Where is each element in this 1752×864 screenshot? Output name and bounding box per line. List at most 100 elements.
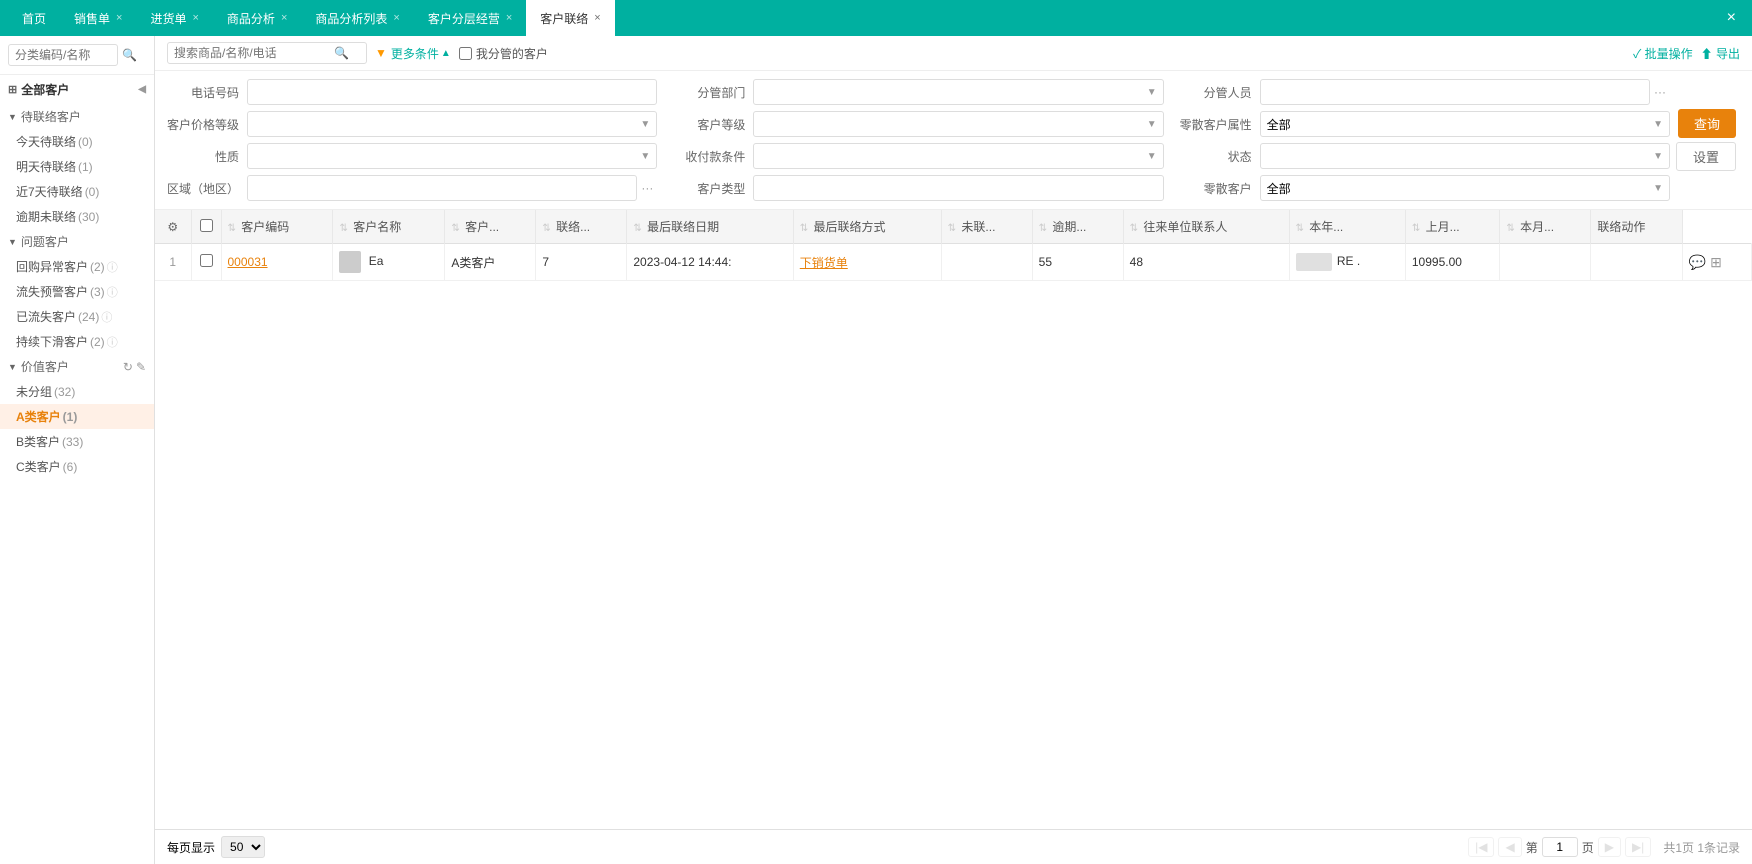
customer-type-input[interactable] — [753, 175, 1163, 201]
nav-product-analysis[interactable]: 商品分析 × — [213, 0, 301, 36]
col-actions: 联络动作 — [1591, 210, 1682, 244]
price-grade-arrow: ▼ — [640, 119, 650, 130]
batch-operation-btn[interactable]: ✓ 批量操作 — [1633, 45, 1693, 62]
col-gear: ⚙ — [155, 210, 191, 244]
nav-product-list-close[interactable]: × — [393, 12, 399, 24]
filter-dept: 分管部门 ▼ — [673, 79, 1163, 105]
last-page-btn[interactable]: ▶| — [1625, 837, 1651, 857]
nature-select[interactable]: ▼ — [247, 143, 657, 169]
price-grade-select[interactable]: ▼ — [247, 111, 657, 137]
page-size-select[interactable]: 50 — [221, 836, 265, 858]
nav-customer-contact[interactable]: 客户联络 × — [526, 0, 614, 36]
sort-icon-6: ⇅ — [800, 223, 808, 234]
sidebar-item-churned[interactable]: 已流失客户 (24) ⓘ — [0, 304, 154, 329]
phone-label: 电话号码 — [167, 84, 247, 101]
region-label: 区域（地区） — [167, 180, 247, 197]
qr-icon[interactable]: ⊞ — [1710, 254, 1722, 271]
retail-attr-select[interactable]: 全部 ▼ — [1260, 111, 1670, 137]
sort-icon-3: ⇅ — [451, 223, 459, 234]
nav-customer-tier[interactable]: 客户分层经营 × — [414, 0, 526, 36]
filter-search-icon[interactable]: 🔍 — [334, 46, 349, 60]
sidebar-item-declining[interactable]: 持续下滑客户 (2) ⓘ — [0, 329, 154, 354]
customer-code-link[interactable]: 000031 — [228, 255, 268, 269]
sidebar-item-churn-warning[interactable]: 流失预警客户 (3) ⓘ — [0, 279, 154, 304]
nav-purchase-close[interactable]: × — [192, 12, 198, 24]
filter-icon: ▼ — [375, 46, 387, 60]
col-last-contact-date: ⇅ 最后联络日期 — [627, 210, 793, 244]
sidebar-group-problem[interactable]: ▼ 问题客户 — [0, 229, 154, 254]
region-input[interactable] — [247, 175, 637, 201]
sidebar-item-tomorrow[interactable]: 明天待联络 (1) — [0, 154, 154, 179]
sidebar-item-overdue[interactable]: 逾期未联络 (30) — [0, 204, 154, 229]
nav-product-list[interactable]: 商品分析列表 × — [301, 0, 413, 36]
filter-customer-grade: 客户等级 ▼ — [673, 111, 1163, 137]
status-select[interactable]: ▼ — [1260, 143, 1670, 169]
filter-more-btn[interactable]: ▼ 更多条件 ▲ — [375, 45, 451, 62]
query-button[interactable]: 查询 — [1678, 109, 1736, 138]
nav-customer-tier-close[interactable]: × — [506, 12, 512, 24]
payment-select[interactable]: ▼ — [753, 143, 1163, 169]
main-layout: 🔍 ⊞ 全部客户 ◀ ▼ 待联络客户 今天待联络 (0) 明天待联络 (1) 近… — [0, 36, 1752, 864]
first-page-btn[interactable]: |◀ — [1468, 837, 1494, 857]
info-icon-1: ⓘ — [107, 259, 118, 275]
row-customer-type: A类客户 — [445, 244, 536, 281]
contact-method-link[interactable]: 下销货单 — [800, 256, 848, 270]
nav-sales[interactable]: 销售单 × — [60, 0, 136, 36]
my-customers-checkbox[interactable] — [459, 47, 472, 60]
row-checkbox-cell — [191, 244, 221, 281]
manager-input[interactable] — [1260, 79, 1650, 105]
row-not-contacted — [941, 244, 1032, 281]
sidebar-item-repurchase-abnormal[interactable]: 回购异常客户 (2) ⓘ — [0, 254, 154, 279]
filter-search-input[interactable] — [174, 46, 334, 60]
row-contacts: RE . — [1289, 244, 1405, 281]
nav-customer-contact-close[interactable]: × — [594, 12, 600, 24]
status-label: 状态 — [1180, 148, 1260, 165]
export-btn[interactable]: ⬆ 导出 — [1701, 45, 1740, 62]
nav-purchase[interactable]: 进货单 × — [136, 0, 212, 36]
region-dots[interactable]: ··· — [637, 181, 657, 195]
col-last-month: ⇅ 上月... — [1405, 210, 1499, 244]
dept-select[interactable]: ▼ — [753, 79, 1163, 105]
customer-grade-select[interactable]: ▼ — [753, 111, 1163, 137]
sidebar-item-today[interactable]: 今天待联络 (0) — [0, 129, 154, 154]
row-name: Ea — [333, 244, 445, 281]
refresh-icon[interactable]: ↻ — [123, 360, 133, 374]
phone-input[interactable] — [247, 79, 657, 105]
sidebar-item-unclassified[interactable]: 未分组 (32) — [0, 379, 154, 404]
row-checkbox[interactable] — [200, 254, 213, 267]
manager-dots[interactable]: ··· — [1650, 85, 1670, 99]
retail-customer-label: 零散客户 — [1180, 180, 1260, 197]
retail-customer-select[interactable]: 全部 ▼ — [1260, 175, 1670, 201]
select-all-checkbox[interactable] — [200, 219, 213, 232]
chevron-icon: ▲ — [441, 48, 451, 59]
window-close-button[interactable]: × — [1719, 9, 1744, 27]
sidebar-item-c-class[interactable]: C类客户 (6) — [0, 454, 154, 479]
sidebar-search-input[interactable] — [8, 44, 118, 66]
sidebar-item-b-class[interactable]: B类客户 (33) — [0, 429, 154, 454]
next-page-btn[interactable]: ▶ — [1598, 837, 1621, 857]
sidebar-search-icon[interactable]: 🔍 — [122, 48, 137, 62]
nav-sales-close[interactable]: × — [116, 12, 122, 24]
sidebar-item-a-class[interactable]: A类客户 (1) — [0, 404, 154, 429]
customer-grade-arrow: ▼ — [1147, 119, 1157, 130]
customer-avatar — [339, 251, 361, 273]
nav-home[interactable]: 首页 — [8, 0, 60, 36]
message-icon[interactable]: 💬 — [1689, 254, 1706, 271]
nature-label: 性质 — [167, 148, 247, 165]
filter-region: 区域（地区） ··· — [167, 175, 657, 201]
nav-product-analysis-close[interactable]: × — [281, 12, 287, 24]
filter-row-1: 电话号码 分管部门 ▼ 分管人员 — [167, 79, 1670, 105]
my-customers-filter[interactable]: 我分管的客户 — [459, 45, 548, 62]
sidebar-group-value[interactable]: ▼ 价值客户 ↻ ✎ — [0, 354, 154, 379]
status-arrow: ▼ — [1653, 151, 1663, 162]
sidebar-all-customers[interactable]: ⊞ 全部客户 ◀ — [0, 75, 154, 104]
sidebar-group-pending[interactable]: ▼ 待联络客户 — [0, 104, 154, 129]
edit-icon[interactable]: ✎ — [136, 360, 146, 374]
page-input[interactable] — [1542, 837, 1578, 857]
settings-button[interactable]: 设置 — [1676, 142, 1736, 171]
prev-page-btn[interactable]: ◀ — [1498, 837, 1521, 857]
sidebar-item-7days[interactable]: 近7天待联络 (0) — [0, 179, 154, 204]
gear-icon[interactable]: ⚙ — [167, 220, 178, 234]
row-code: 000031 — [221, 244, 333, 281]
filter-bar: 🔍 ▼ 更多条件 ▲ 我分管的客户 ✓ 批量操作 ⬆ 导出 — [155, 36, 1752, 71]
